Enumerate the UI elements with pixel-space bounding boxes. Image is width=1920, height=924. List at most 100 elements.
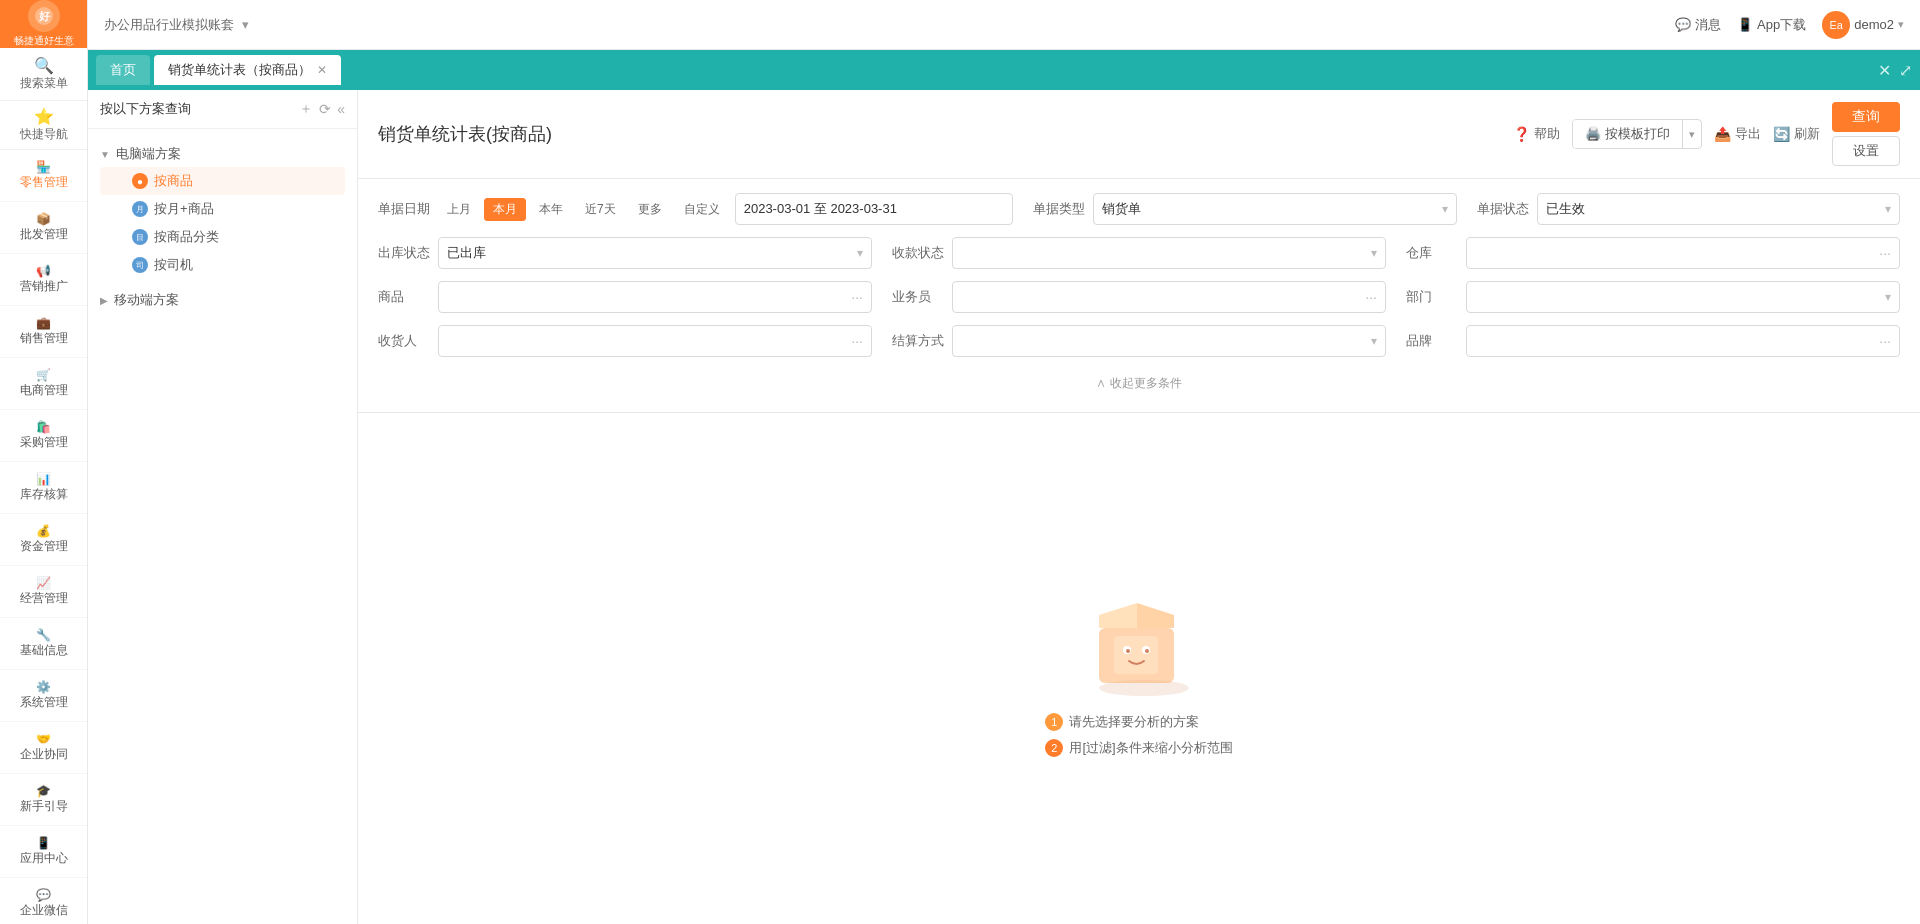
- scheme-item-by-product[interactable]: ● 按商品: [100, 167, 345, 195]
- tab-expand-btn[interactable]: ⤢: [1899, 61, 1912, 80]
- pc-scheme-group-header[interactable]: ▼ 电脑端方案: [100, 141, 345, 167]
- sidebar-marketing-label: 营销推广: [4, 278, 83, 295]
- workspace-dropdown-icon[interactable]: ▾: [242, 17, 249, 32]
- filter-row-2: 出库状态 已出库 ▾ 收款状态 ▾: [378, 237, 1900, 269]
- sidebar-item-inventory[interactable]: 📊 库存核算: [0, 462, 87, 514]
- print-dropdown-btn[interactable]: ▾: [1683, 123, 1701, 146]
- help-btn[interactable]: ❓ 帮助: [1513, 125, 1560, 143]
- docstatus-select[interactable]: 已生效 ▾: [1537, 193, 1900, 225]
- scheme-item-by-category[interactable]: 目 按商品分类: [100, 223, 345, 251]
- sidebar-wechat-label: 企业微信: [4, 902, 83, 919]
- app-download-btn[interactable]: 📱 App下载: [1737, 16, 1806, 34]
- appcenter-icon: 📱: [4, 836, 83, 850]
- sidebar-item-enterprise[interactable]: 🤝 企业协同: [0, 722, 87, 774]
- doctype-value: 销货单: [1102, 200, 1141, 218]
- doctype-label: 单据类型: [1033, 200, 1093, 218]
- help-label: 帮助: [1534, 125, 1560, 143]
- svg-marker-4: [1099, 603, 1137, 628]
- filter-left-panel: 按以下方案查询 ＋ ⟳ « ▼ 电脑端方案 ● 按商品: [88, 90, 358, 924]
- date-btn-last-month[interactable]: 上月: [438, 198, 480, 221]
- tabbar: 首页 销货单统计表（按商品） ✕ ✕ ⤢: [88, 50, 1920, 90]
- salesperson-input[interactable]: ···: [952, 281, 1386, 313]
- date-range-input[interactable]: 2023-03-01 至 2023-03-31: [735, 193, 1013, 225]
- product-input[interactable]: ···: [438, 281, 872, 313]
- add-scheme-btn[interactable]: ＋: [299, 100, 313, 118]
- tab-close-all-btn[interactable]: ✕: [1878, 61, 1891, 80]
- date-btn-custom[interactable]: 自定义: [675, 198, 729, 221]
- sidebar-item-ecommerce[interactable]: 🛒 电商管理: [0, 358, 87, 410]
- date-range-value: 2023-03-01 至 2023-03-31: [744, 200, 897, 218]
- help-icon: ❓: [1513, 126, 1530, 142]
- settings-btn[interactable]: 设置: [1832, 136, 1900, 166]
- message-btn[interactable]: 💬 消息: [1675, 16, 1721, 34]
- receiptstatus-select[interactable]: ▾: [952, 237, 1386, 269]
- sidebar-item-wechat[interactable]: 💬 企业微信: [0, 878, 87, 924]
- search-menu-item[interactable]: 🔍 搜索菜单: [0, 48, 87, 101]
- date-quick-btns: 上月 本月 本年 近7天 更多 自定义: [438, 198, 729, 221]
- tab-report[interactable]: 销货单统计表（按商品） ✕: [154, 55, 341, 85]
- salesperson-ellipsis[interactable]: ···: [1365, 289, 1377, 305]
- export-btn[interactable]: 📤 导出: [1714, 125, 1761, 143]
- date-btn-more[interactable]: 更多: [629, 198, 671, 221]
- sidebar-item-basic[interactable]: 🔧 基础信息: [0, 618, 87, 670]
- date-btn-7days[interactable]: 近7天: [576, 198, 625, 221]
- tab-close-btn[interactable]: ✕: [317, 63, 327, 77]
- sidebar-item-wholesale[interactable]: 📦 批发管理: [0, 202, 87, 254]
- query-btn[interactable]: 查询: [1832, 102, 1900, 132]
- refresh-scheme-btn[interactable]: ⟳: [319, 101, 331, 117]
- quick-nav-item[interactable]: ⭐ 快捷导航: [0, 101, 87, 150]
- recipient-ellipsis[interactable]: ···: [851, 333, 863, 349]
- department-select[interactable]: ▾: [1466, 281, 1900, 313]
- collapse-panel-btn[interactable]: «: [337, 101, 345, 117]
- system-icon: ⚙️: [4, 680, 83, 694]
- product-ellipsis[interactable]: ···: [851, 289, 863, 305]
- sidebar-item-retail[interactable]: 🏪 零售管理: [0, 150, 87, 202]
- operations-icon: 📈: [4, 576, 83, 590]
- sidebar-item-purchase[interactable]: 🛍️ 采购管理: [0, 410, 87, 462]
- sidebar-item-finance[interactable]: 💰 资金管理: [0, 514, 87, 566]
- warehouse-ellipsis[interactable]: ···: [1879, 245, 1891, 261]
- brand-ellipsis[interactable]: ···: [1879, 333, 1891, 349]
- tab-home[interactable]: 首页: [96, 55, 150, 85]
- app-logo[interactable]: 好 畅捷通好生意: [0, 0, 87, 48]
- logo-text: 畅捷通好生意: [14, 34, 74, 48]
- doctype-select[interactable]: 销货单 ▾: [1093, 193, 1456, 225]
- message-label: 消息: [1695, 16, 1721, 34]
- svg-point-9: [1126, 649, 1130, 653]
- filter-row-3: 商品 ··· 业务员 ···: [378, 281, 1900, 313]
- wholesale-icon: 📦: [4, 212, 83, 226]
- filter-docstatus-item: 单据状态 已生效 ▾: [1477, 193, 1900, 225]
- collapse-filter-btn[interactable]: ∧ 收起更多条件: [378, 369, 1900, 398]
- refresh-btn[interactable]: 🔄 刷新: [1773, 125, 1820, 143]
- sidebar-item-system[interactable]: ⚙️ 系统管理: [0, 670, 87, 722]
- date-btn-this-month[interactable]: 本月: [484, 198, 526, 221]
- print-btn[interactable]: 🖨️ 按模板打印: [1573, 120, 1683, 148]
- user-menu[interactable]: Ea demo2 ▾: [1822, 11, 1904, 39]
- sidebar-item-sales[interactable]: 💼 销售管理: [0, 306, 87, 358]
- scheme-item-by-month-product[interactable]: 月 按月+商品: [100, 195, 345, 223]
- sidebar-item-operations[interactable]: 📈 经营管理: [0, 566, 87, 618]
- retail-icon: 🏪: [4, 160, 83, 174]
- filter-date-item: 单据日期 上月 本月 本年 近7天 更多 自定义 2023-: [378, 193, 1013, 225]
- sidebar-finance-label: 资金管理: [4, 538, 83, 555]
- outstatus-select[interactable]: 已出库 ▾: [438, 237, 872, 269]
- scheme-item-by-cashier[interactable]: 司 按司机: [100, 251, 345, 279]
- date-btn-this-year[interactable]: 本年: [530, 198, 572, 221]
- svg-rect-6: [1114, 636, 1158, 674]
- sidebar-appcenter-label: 应用中心: [4, 850, 83, 867]
- refresh-icon: 🔄: [1773, 126, 1790, 142]
- filter-product-item: 商品 ···: [378, 281, 872, 313]
- warehouse-input[interactable]: ···: [1466, 237, 1900, 269]
- sidebar-item-newbie[interactable]: 🎓 新手引导: [0, 774, 87, 826]
- filter-row-4: 收货人 ··· 结算方式 ▾: [378, 325, 1900, 357]
- scheme-icon-by-cashier: 司: [132, 257, 148, 273]
- sidebar-item-appcenter[interactable]: 📱 应用中心: [0, 826, 87, 878]
- sidebar-item-marketing[interactable]: 📢 营销推广: [0, 254, 87, 306]
- brand-input[interactable]: ···: [1466, 325, 1900, 357]
- recipient-input[interactable]: ···: [438, 325, 872, 357]
- mobile-scheme-group-header[interactable]: ▶ 移动端方案: [100, 287, 345, 313]
- payment-select[interactable]: ▾: [952, 325, 1386, 357]
- filter-department-item: 部门 ▾: [1406, 281, 1900, 313]
- report-tab-label: 销货单统计表（按商品）: [168, 61, 311, 79]
- topbar: 办公用品行业模拟账套 ▾ 💬 消息 📱 App下载 Ea demo2 ▾: [88, 0, 1920, 50]
